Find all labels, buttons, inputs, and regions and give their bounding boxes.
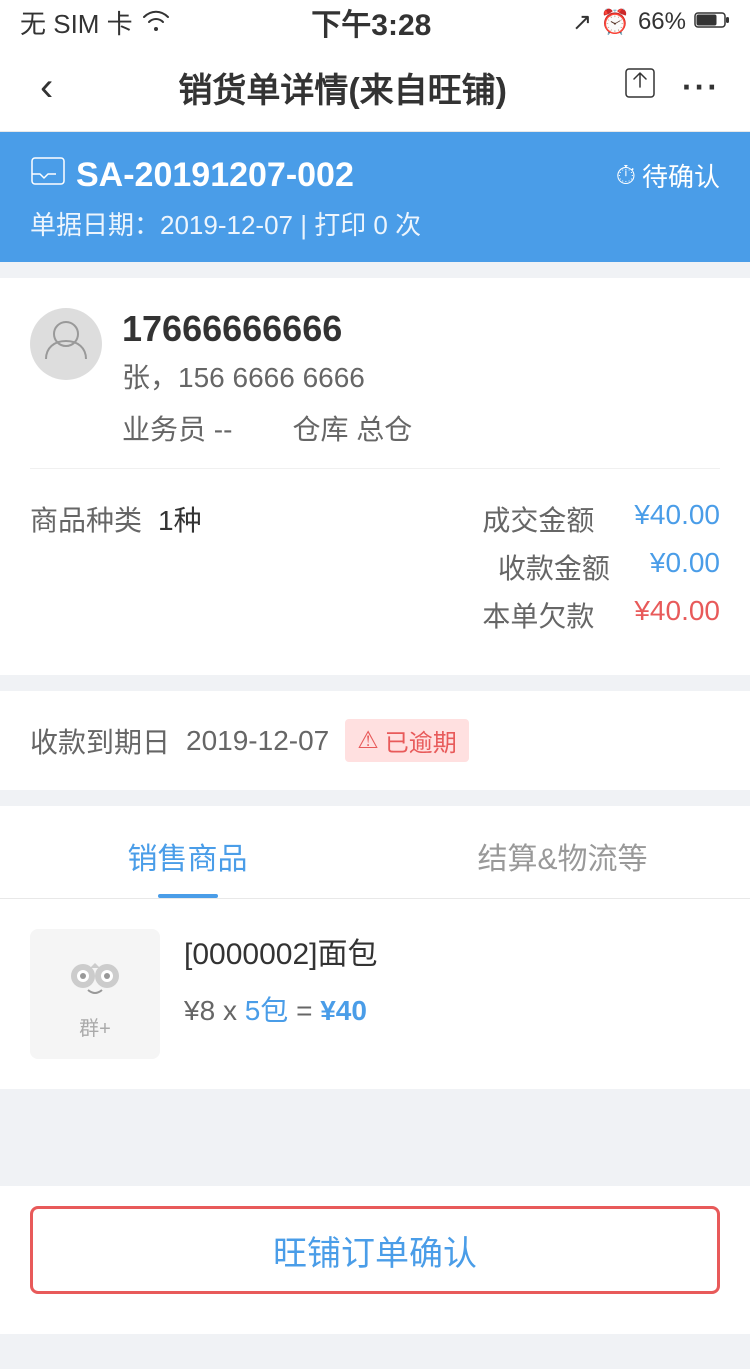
arrears-label: 本单欠款 [482, 595, 594, 635]
order-date-info: 单据日期：2019-12-07 | 打印 0 次 [30, 205, 720, 242]
received-row: 收款金额 ¥0.00 [498, 547, 720, 587]
divider-1 [30, 468, 720, 469]
customer-meta: 业务员 -- 仓库 总仓 [122, 408, 720, 448]
deal-amount-row: 成交金额 ¥40.00 [482, 499, 720, 539]
bottom-btn-wrap: 旺铺订单确认 [0, 1186, 750, 1334]
arrears-value: ¥40.00 [634, 595, 720, 635]
product-total: ¥40 [320, 995, 367, 1026]
order-id: SA-20191207-002 [30, 156, 354, 195]
clock-icon: ⏱ [616, 160, 636, 192]
order-status: ⏱ 待确认 [616, 157, 720, 194]
inbox-icon [30, 156, 66, 195]
tab-settlement[interactable]: 结算&物流等 [375, 806, 750, 898]
tabs-section: 销售商品 结算&物流等 群+ [0000002]面包 ¥8 [0, 806, 750, 1089]
arrears-row: 本单欠款 ¥40.00 [482, 595, 720, 635]
overdue-badge: ⚠ 已逾期 [345, 719, 469, 762]
page-title: 销货单详情(来自旺铺) [178, 63, 507, 112]
order-header-card: SA-20191207-002 ⏱ 待确认 单据日期：2019-12-07 | … [0, 132, 750, 262]
overdue-text: 已逾期 [385, 723, 457, 758]
status-bar-left: 无 SIM 卡 [20, 4, 171, 41]
nav-bar: ‹ 销货单详情(来自旺铺) ··· [0, 44, 750, 132]
location-icon: ↗ [572, 8, 592, 37]
received-value: ¥0.00 [650, 547, 720, 587]
back-button[interactable]: ‹ [30, 55, 63, 120]
product-qty: 5包 [245, 995, 289, 1026]
tabs-header: 销售商品 结算&物流等 [0, 806, 750, 899]
product-thumbnail: 群+ [30, 929, 160, 1059]
share-icon[interactable] [622, 65, 658, 110]
customer-info: 17666666666 张，156 6666 6666 业务员 -- 仓库 总仓 [122, 308, 720, 448]
customer-name: 张，156 6666 6666 [122, 356, 720, 396]
product-price: ¥8 x 5包 = ¥40 [184, 989, 720, 1029]
alarm-icon: ⏰ [600, 8, 630, 37]
status-bar-right: ↗ ⏰ 66% [572, 8, 730, 37]
warning-icon: ⚠ [357, 726, 379, 755]
order-header-top: SA-20191207-002 ⏱ 待确认 [30, 156, 720, 195]
status-bar: 无 SIM 卡 下午3:28 ↗ ⏰ 66% [0, 0, 750, 44]
status-time: 下午3:28 [311, 0, 431, 44]
customer-card: 17666666666 张，156 6666 6666 业务员 -- 仓库 总仓… [0, 278, 750, 675]
wifi-icon [141, 7, 171, 38]
avatar-icon [41, 314, 91, 374]
confirm-order-button[interactable]: 旺铺订单确认 [30, 1206, 720, 1294]
summary-right: 成交金额 ¥40.00 收款金额 ¥0.00 本单欠款 ¥40.00 [482, 499, 720, 635]
battery-icon [694, 8, 730, 36]
category-label: 商品种类 [30, 499, 142, 539]
salesperson-label: 业务员 -- [122, 408, 232, 448]
customer-phone: 17666666666 [122, 308, 720, 350]
due-date-value: 2019-12-07 [186, 725, 329, 757]
summary-left: 商品种类 1种 [30, 499, 202, 539]
customer-section: 17666666666 张，156 6666 6666 业务员 -- 仓库 总仓 [30, 308, 720, 448]
due-date-label: 收款到期日 [30, 721, 170, 761]
due-date-card: 收款到期日 2019-12-07 ⚠ 已逾期 [0, 691, 750, 790]
received-label: 收款金额 [498, 547, 610, 587]
product-unit-price: ¥8 [184, 995, 215, 1026]
summary-section: 商品种类 1种 成交金额 ¥40.00 收款金额 ¥0.00 本单欠款 ¥40.… [30, 489, 720, 645]
tab-sales-goods[interactable]: 销售商品 [0, 806, 375, 898]
battery-text: 66% [638, 8, 686, 36]
product-thumb-label: 群+ [79, 1012, 111, 1041]
avatar [30, 308, 102, 380]
product-info: [0000002]面包 ¥8 x 5包 = ¥40 [184, 929, 720, 1029]
product-item: 群+ [0000002]面包 ¥8 x 5包 = ¥40 [0, 899, 750, 1089]
product-name: [0000002]面包 [184, 929, 720, 973]
warehouse-label: 仓库 总仓 [292, 408, 412, 448]
deal-amount-label: 成交金额 [482, 499, 594, 539]
multiply-sign: x [223, 995, 245, 1026]
nav-right-actions: ··· [622, 65, 720, 110]
carrier-text: 无 SIM 卡 [20, 4, 133, 41]
category-value: 1种 [158, 499, 202, 539]
deal-amount-value: ¥40.00 [634, 499, 720, 539]
more-icon[interactable]: ··· [682, 69, 720, 106]
equals-sign: = [296, 995, 320, 1026]
